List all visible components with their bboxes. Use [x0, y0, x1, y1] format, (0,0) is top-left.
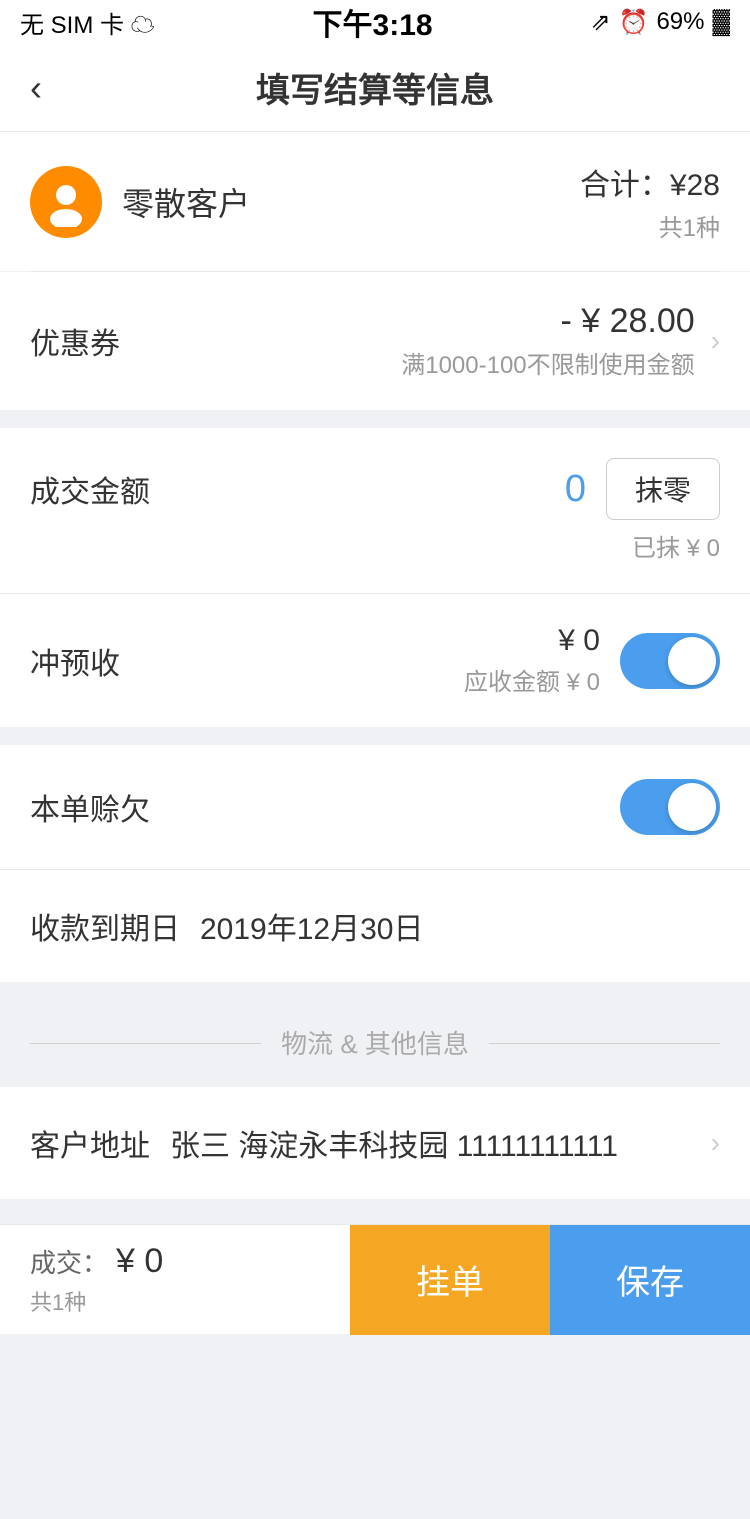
divider-3	[0, 727, 750, 745]
customer-left: 零散客户	[30, 166, 250, 238]
prepay-sub-text: 应收金额 ¥ 0	[464, 662, 600, 697]
bottom-bar: 成交： ¥ 0 共1种 挂单 保存	[0, 1224, 750, 1334]
bottom-deal-amount: ¥ 0	[116, 1242, 163, 1281]
deal-amount-section: 成交金额 0 抹零 已抹 ¥ 0	[0, 428, 750, 593]
prepay-right: ¥ 0 应收金额 ¥ 0	[464, 624, 720, 697]
address-label: 客户地址	[30, 1121, 150, 1165]
debit-toggle[interactable]	[620, 779, 720, 835]
deal-amount-right: 0 抹零	[565, 458, 720, 520]
bottom-deal: 成交： ¥ 0	[30, 1242, 320, 1281]
prepay-toggle[interactable]	[620, 633, 720, 689]
logistics-title: 物流 & 其他信息	[261, 1024, 489, 1061]
status-right: ⇗ ⏰ 69% ▓	[590, 8, 730, 37]
coupon-discount: - ¥ 28.00	[401, 302, 694, 341]
prepay-main-amount: ¥ 0	[464, 624, 600, 658]
due-date-value: 2019年12月30日	[200, 904, 423, 948]
nav-bar: ‹ 填写结算等信息	[0, 44, 750, 132]
bottom-count: 共1种	[30, 1285, 320, 1317]
save-button[interactable]: 保存	[550, 1225, 750, 1335]
deal-amount-sub: 已抹 ¥ 0	[30, 528, 720, 563]
deal-amount-row: 成交金额 0 抹零	[30, 458, 720, 520]
address-section[interactable]: 客户地址 张三 海淀永丰科技园 11111111111 ›	[0, 1087, 750, 1199]
due-date-row: 收款到期日 2019年12月30日	[30, 904, 720, 948]
customer-right: 合计：¥28 共1种	[580, 160, 720, 243]
debit-label: 本单赊欠	[30, 785, 150, 829]
divider-4	[0, 982, 750, 1000]
due-date-label: 收款到期日	[30, 904, 180, 948]
customer-row: 零散客户 合计：¥28 共1种	[30, 132, 720, 271]
coupon-row[interactable]: 优惠券 - ¥ 28.00 满1000-100不限制使用金额 ›	[0, 272, 750, 410]
customer-section: 零散客户 合计：¥28 共1种	[0, 132, 750, 271]
debit-section: 本单赊欠	[0, 745, 750, 869]
page-title: 填写结算等信息	[256, 63, 494, 112]
alarm-icon: ⏰	[619, 8, 649, 37]
customer-name: 零散客户	[122, 179, 250, 225]
battery-icon: ▓	[712, 8, 730, 36]
round-button[interactable]: 抹零	[606, 458, 720, 520]
address-chevron-icon: ›	[711, 1127, 720, 1159]
prepay-label: 冲预收	[30, 639, 120, 683]
coupon-right: - ¥ 28.00 满1000-100不限制使用金额 ›	[401, 302, 720, 380]
chevron-right-icon: ›	[711, 325, 720, 357]
coupon-description: 满1000-100不限制使用金额	[401, 345, 694, 380]
avatar	[30, 166, 102, 238]
sim-status: 无 SIM 卡 ☁	[20, 5, 155, 40]
battery-level: 69%	[656, 8, 704, 36]
address-value: 张三 海淀永丰科技园 11111111111	[170, 1121, 711, 1165]
total-count: 共1种	[580, 208, 720, 243]
status-time: 下午3:18	[313, 0, 433, 44]
coupon-label: 优惠券	[30, 319, 120, 363]
coupon-info: - ¥ 28.00 满1000-100不限制使用金额	[401, 302, 694, 380]
location-icon: ⇗	[590, 8, 610, 37]
logistics-header: 物流 & 其他信息	[0, 1000, 750, 1085]
status-bar: 无 SIM 卡 ☁ 下午3:18 ⇗ ⏰ 69% ▓	[0, 0, 750, 44]
deal-amount-label: 成交金额	[30, 467, 150, 511]
due-date-section: 收款到期日 2019年12月30日	[0, 869, 750, 982]
hold-button[interactable]: 挂单	[350, 1225, 550, 1335]
bottom-deal-label: 成交：	[30, 1243, 108, 1280]
prepay-section: 冲预收 ¥ 0 应收金额 ¥ 0	[0, 593, 750, 727]
total-amount: 合计：¥28	[580, 160, 720, 204]
bottom-info: 成交： ¥ 0 共1种	[0, 1242, 350, 1317]
toggle-knob	[668, 637, 716, 685]
status-left: 无 SIM 卡 ☁	[20, 5, 155, 40]
prepay-amounts: ¥ 0 应收金额 ¥ 0	[464, 624, 600, 697]
back-button[interactable]: ‹	[30, 67, 42, 109]
deal-amount-value: 0	[565, 468, 586, 511]
divider-2	[0, 410, 750, 428]
debit-toggle-knob	[668, 783, 716, 831]
